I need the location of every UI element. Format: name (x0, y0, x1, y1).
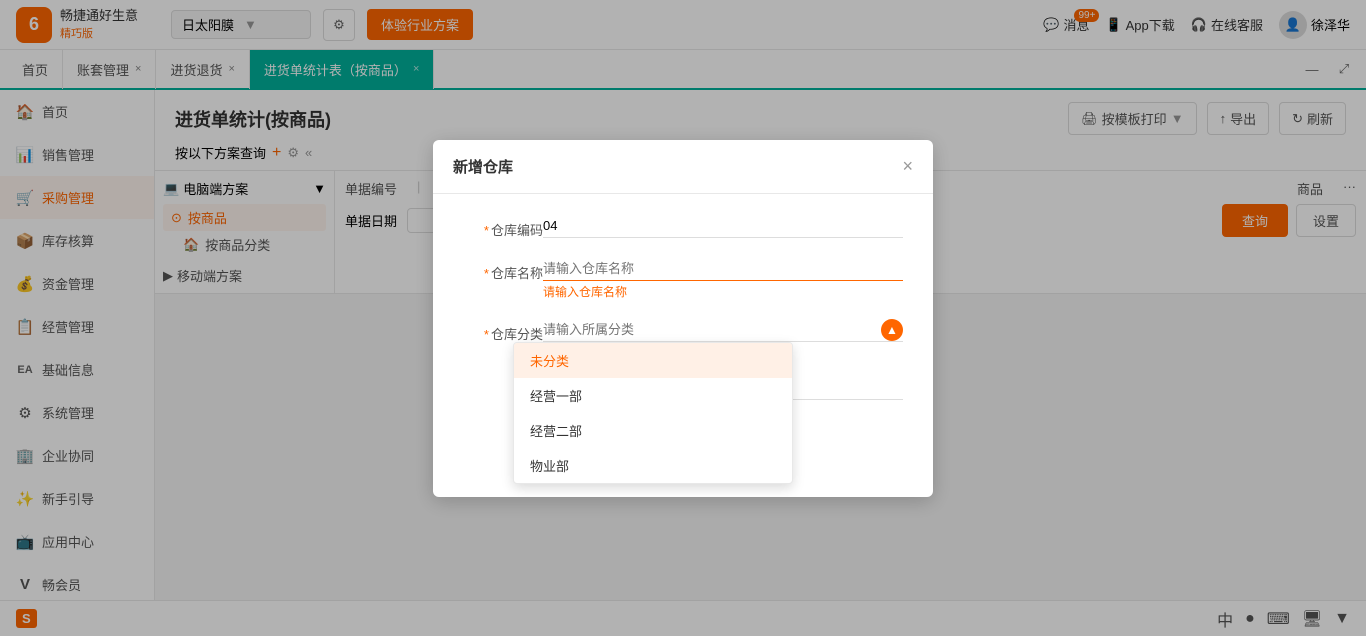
code-input-wrap (543, 214, 903, 238)
name-label: 仓库名称 (463, 257, 543, 282)
category-label: 仓库分类 (463, 318, 543, 343)
category-input-wrap: ▲ 未分类 经营一部 经营二部 物业部 (543, 318, 903, 342)
dropdown-option-dept3[interactable]: 物业部 (514, 448, 792, 483)
category-dropdown-list: 未分类 经营一部 经营二部 物业部 (513, 342, 793, 484)
name-input-wrap: 请输入仓库名称 (543, 257, 903, 300)
dialog-title: 新增仓库 (453, 156, 513, 177)
category-dropdown-arrow[interactable]: ▲ (881, 319, 903, 341)
name-input[interactable] (543, 257, 903, 281)
category-input[interactable] (543, 318, 903, 342)
dialog-header: 新增仓库 × (433, 140, 933, 194)
form-row-name: 仓库名称 请输入仓库名称 (463, 257, 903, 300)
name-error-message: 请输入仓库名称 (543, 283, 903, 300)
code-label: 仓库编码 (463, 214, 543, 239)
dropdown-option-unclassified[interactable]: 未分类 (514, 343, 792, 378)
code-input[interactable] (543, 214, 903, 238)
form-row-code: 仓库编码 (463, 214, 903, 239)
form-row-category: 仓库分类 ▲ 未分类 经营一部 经营二部 物业部 (463, 318, 903, 343)
new-warehouse-dialog: 新增仓库 × 仓库编码 仓库名称 请输入仓库名称 仓库分类 (433, 140, 933, 497)
dialog-body: 仓库编码 仓库名称 请输入仓库名称 仓库分类 ▲ (433, 194, 933, 431)
dropdown-option-dept1[interactable]: 经营一部 (514, 378, 792, 413)
dialog-close-button[interactable]: × (902, 156, 913, 177)
dropdown-option-dept2[interactable]: 经营二部 (514, 413, 792, 448)
modal-overlay: 新增仓库 × 仓库编码 仓库名称 请输入仓库名称 仓库分类 (0, 0, 1366, 636)
